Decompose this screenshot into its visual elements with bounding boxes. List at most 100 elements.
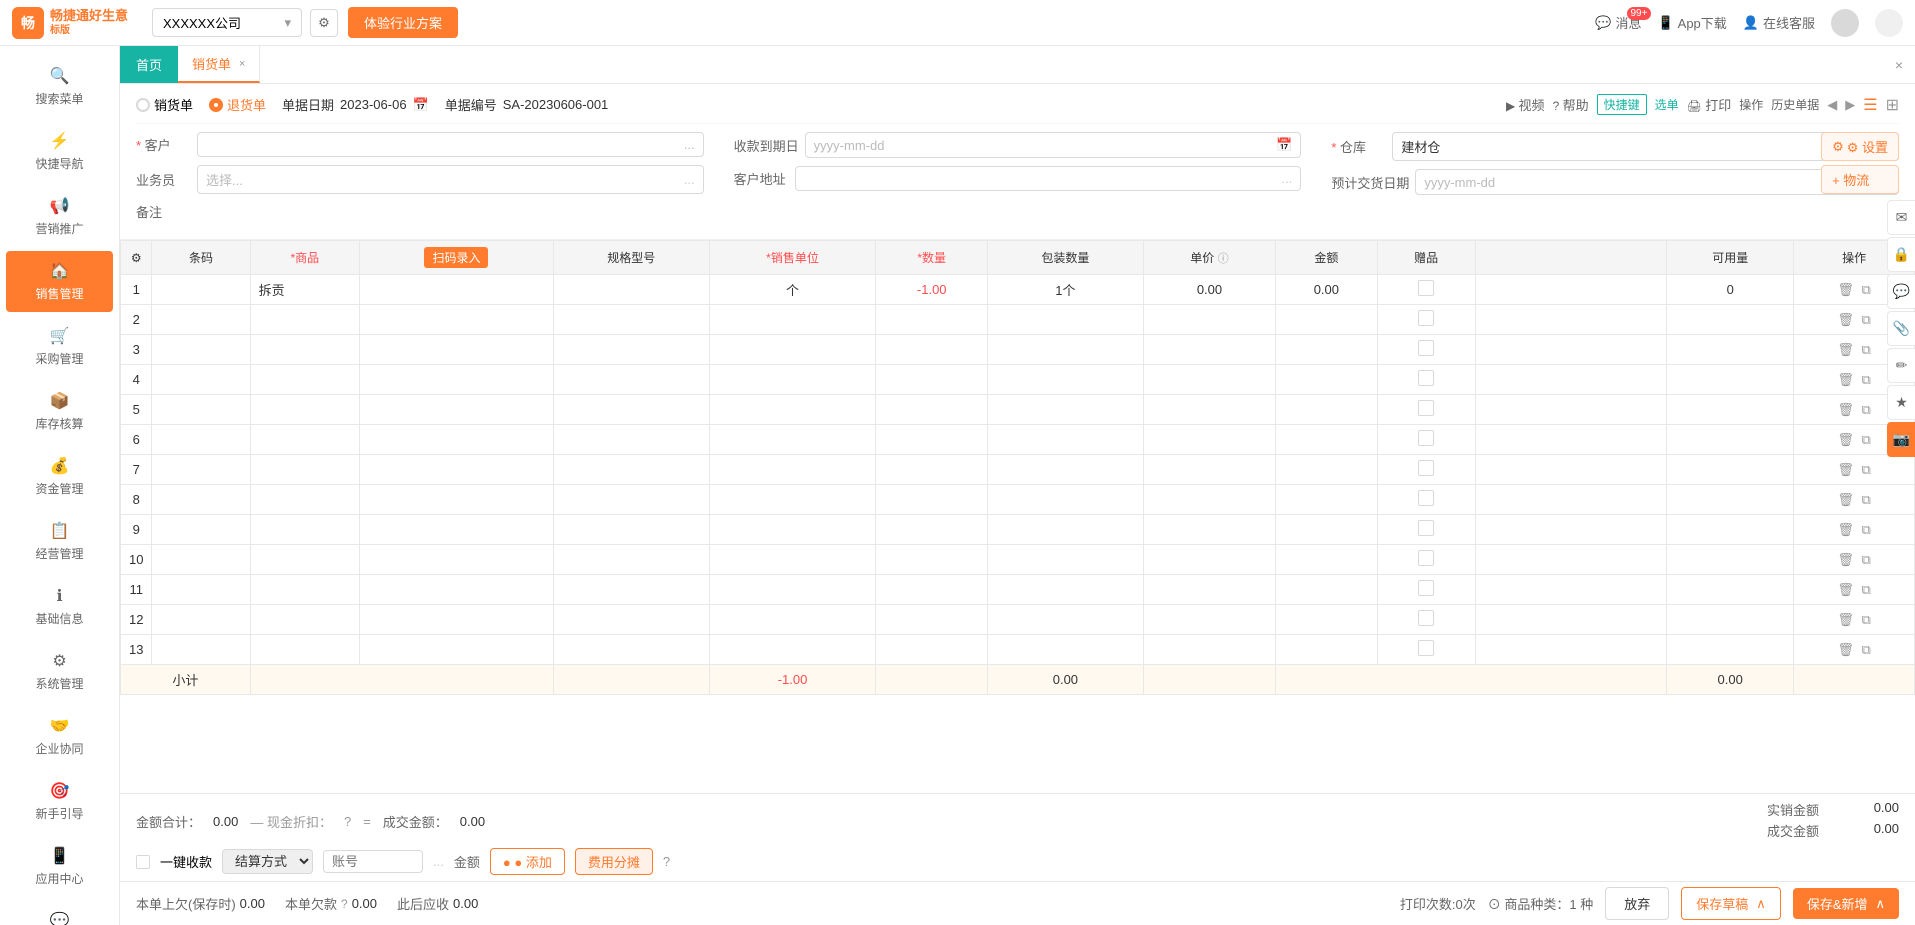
row-qty[interactable]: -1.00 bbox=[876, 275, 988, 305]
payment-account-input[interactable] bbox=[323, 850, 423, 873]
row-unit[interactable] bbox=[709, 485, 876, 515]
float-btn-edit[interactable]: ✏ bbox=[1887, 348, 1915, 383]
row-amount[interactable] bbox=[1276, 545, 1377, 575]
row-gift[interactable] bbox=[1377, 305, 1475, 335]
toolbar-help[interactable]: ? 帮助 bbox=[1553, 95, 1589, 114]
delete-icon[interactable]: 🗑 bbox=[1837, 492, 1854, 507]
row-price[interactable] bbox=[1143, 365, 1276, 395]
sidebar-item-collab[interactable]: 🤝 企业协同 bbox=[6, 706, 113, 767]
row-spec[interactable] bbox=[553, 365, 709, 395]
delete-icon[interactable]: 🗑 bbox=[1837, 642, 1854, 657]
col-scan[interactable]: 扫码录入 bbox=[360, 241, 554, 275]
row-unit[interactable] bbox=[709, 605, 876, 635]
tab-close-icon[interactable]: × bbox=[239, 58, 245, 70]
row-spec[interactable] bbox=[553, 395, 709, 425]
due-date-input[interactable]: yyyy-mm-dd 📅 bbox=[805, 132, 1302, 158]
payment-method-select[interactable]: 结算方式 bbox=[222, 849, 313, 874]
row-price[interactable]: 0.00 bbox=[1143, 275, 1276, 305]
row-spec[interactable] bbox=[553, 485, 709, 515]
copy-icon[interactable]: ⧉ bbox=[1862, 312, 1871, 327]
row-qty[interactable] bbox=[876, 305, 988, 335]
overdue-help-icon[interactable]: ? bbox=[341, 897, 348, 911]
delete-icon[interactable]: 🗑 bbox=[1837, 342, 1854, 357]
row-barcode[interactable] bbox=[152, 635, 250, 665]
row-unit[interactable] bbox=[709, 635, 876, 665]
save-draft-button[interactable]: 保存草稿 ∧ bbox=[1681, 887, 1781, 920]
float-btn-chat[interactable]: 💬 bbox=[1887, 274, 1915, 309]
float-btn-mail[interactable]: ✉ bbox=[1887, 200, 1915, 235]
sidebar-item-purchase[interactable]: 🛒 采购管理 bbox=[6, 316, 113, 377]
sidebar-item-marketing[interactable]: 📢 营销推广 bbox=[6, 186, 113, 247]
row-unit[interactable] bbox=[709, 515, 876, 545]
one-click-checkbox[interactable] bbox=[136, 855, 150, 869]
radio-return[interactable]: 退货单 bbox=[209, 95, 266, 114]
row-product[interactable] bbox=[250, 515, 359, 545]
row-pkgqty[interactable] bbox=[988, 545, 1144, 575]
page-next-icon[interactable]: ▶ bbox=[1845, 97, 1855, 113]
row-gift[interactable] bbox=[1377, 545, 1475, 575]
row-spec[interactable] bbox=[553, 455, 709, 485]
row-amount[interactable] bbox=[1276, 605, 1377, 635]
row-spec[interactable] bbox=[553, 545, 709, 575]
tab-home[interactable]: 首页 bbox=[120, 46, 178, 83]
delete-icon[interactable]: 🗑 bbox=[1837, 612, 1854, 627]
row-spec[interactable] bbox=[553, 515, 709, 545]
row-amount[interactable]: 0.00 bbox=[1276, 275, 1377, 305]
row-unit[interactable]: 个 bbox=[709, 275, 876, 305]
discard-button[interactable]: 放弃 bbox=[1605, 887, 1669, 920]
copy-icon[interactable]: ⧉ bbox=[1862, 582, 1871, 597]
row-qty[interactable] bbox=[876, 455, 988, 485]
sidebar-item-finance[interactable]: 💰 资金管理 bbox=[6, 446, 113, 507]
row-price[interactable] bbox=[1143, 455, 1276, 485]
row-price[interactable] bbox=[1143, 515, 1276, 545]
trial-button[interactable]: 体验行业方案 bbox=[348, 7, 458, 38]
row-qty[interactable] bbox=[876, 545, 988, 575]
row-barcode[interactable] bbox=[152, 575, 250, 605]
row-barcode[interactable] bbox=[152, 485, 250, 515]
copy-icon[interactable]: ⧉ bbox=[1862, 642, 1871, 657]
row-spec[interactable] bbox=[553, 335, 709, 365]
float-btn-attach[interactable]: 📎 bbox=[1887, 311, 1915, 346]
float-btn-lock[interactable]: 🔒 bbox=[1887, 237, 1915, 272]
row-unit[interactable] bbox=[709, 335, 876, 365]
row-product[interactable] bbox=[250, 305, 359, 335]
row-product[interactable] bbox=[250, 545, 359, 575]
delete-icon[interactable]: 🗑 bbox=[1837, 282, 1854, 297]
row-product[interactable] bbox=[250, 485, 359, 515]
row-product[interactable] bbox=[250, 335, 359, 365]
copy-icon[interactable]: ⧉ bbox=[1862, 342, 1871, 357]
calendar-icon[interactable]: 📅 bbox=[413, 97, 429, 113]
delete-icon[interactable]: 🗑 bbox=[1837, 552, 1854, 567]
row-pkgqty[interactable] bbox=[988, 635, 1144, 665]
row-barcode[interactable] bbox=[152, 515, 250, 545]
row-qty[interactable] bbox=[876, 365, 988, 395]
copy-icon[interactable]: ⧉ bbox=[1862, 282, 1871, 297]
row-amount[interactable] bbox=[1276, 305, 1377, 335]
row-unit[interactable] bbox=[709, 425, 876, 455]
delete-icon[interactable]: 🗑 bbox=[1837, 372, 1854, 387]
toolbar-shortcut[interactable]: 快捷键 bbox=[1597, 94, 1647, 115]
row-qty[interactable] bbox=[876, 425, 988, 455]
row-gift[interactable] bbox=[1377, 425, 1475, 455]
row-amount[interactable] bbox=[1276, 365, 1377, 395]
row-barcode[interactable] bbox=[152, 365, 250, 395]
delete-icon[interactable]: 🗑 bbox=[1837, 432, 1854, 447]
row-unit[interactable] bbox=[709, 365, 876, 395]
tab-sales-order[interactable]: 销货单 × bbox=[178, 46, 260, 83]
sidebar-item-wechat[interactable]: 💬 企业微信 bbox=[6, 901, 113, 925]
row-qty[interactable] bbox=[876, 485, 988, 515]
row-product[interactable] bbox=[250, 635, 359, 665]
row-pkgqty[interactable] bbox=[988, 485, 1144, 515]
row-gift[interactable] bbox=[1377, 275, 1475, 305]
add-payment-button[interactable]: ● ● 添加 bbox=[490, 848, 565, 875]
message-button[interactable]: 💬 消息 99+ bbox=[1595, 13, 1641, 32]
sidebar-item-operations[interactable]: 📋 经营管理 bbox=[6, 511, 113, 572]
row-pkgqty[interactable] bbox=[988, 395, 1144, 425]
row-gift[interactable] bbox=[1377, 365, 1475, 395]
copy-icon[interactable]: ⧉ bbox=[1862, 402, 1871, 417]
row-barcode[interactable] bbox=[152, 455, 250, 485]
row-price[interactable] bbox=[1143, 605, 1276, 635]
delete-icon[interactable]: 🗑 bbox=[1837, 462, 1854, 477]
row-unit[interactable] bbox=[709, 545, 876, 575]
delete-icon[interactable]: 🗑 bbox=[1837, 402, 1854, 417]
